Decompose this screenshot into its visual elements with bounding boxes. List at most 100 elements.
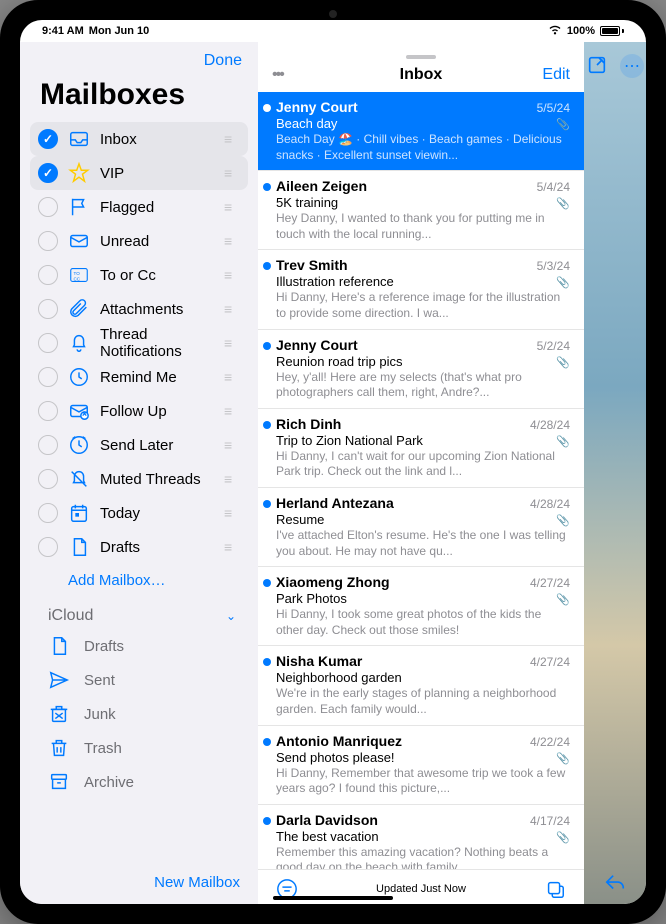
mailbox-row-remind-me[interactable]: Remind Me≡ <box>30 360 248 394</box>
paperclip-icon <box>68 298 90 320</box>
grabber[interactable] <box>406 55 436 59</box>
message-subject: The best vacation <box>276 829 570 844</box>
star-icon <box>68 162 90 184</box>
ipad-frame: 9:41 AM Mon Jun 10 100% Done <box>0 0 666 924</box>
reorder-handle[interactable]: ≡ <box>224 131 240 147</box>
more-icon[interactable]: ••• <box>272 66 283 84</box>
attachment-icon: 📎 <box>556 593 570 606</box>
add-mailbox-button[interactable]: Add Mailbox… <box>30 564 248 597</box>
mailbox-row-vip[interactable]: VIP≡ <box>30 156 248 190</box>
sidebar: Done Mailboxes Inbox≡VIP≡Flagged≡Unread≡… <box>20 42 258 904</box>
message-subject: Illustration reference <box>276 274 570 289</box>
done-button[interactable]: Done <box>204 52 242 70</box>
mailbox-row-thread-notifications[interactable]: Thread Notifications ≡ <box>30 326 248 360</box>
message-sender: Darla Davidson <box>276 812 378 828</box>
unread-dot-icon <box>263 500 271 508</box>
reorder-handle[interactable]: ≡ <box>224 199 240 215</box>
message-item[interactable]: Xiaomeng Zhong4/27/24Park PhotosHi Danny… <box>258 567 584 646</box>
unread-dot-icon <box>263 104 271 112</box>
reorder-handle[interactable]: ≡ <box>224 437 240 453</box>
reorder-handle[interactable]: ≡ <box>224 301 240 317</box>
reorder-handle[interactable]: ≡ <box>224 403 240 419</box>
mailbox-row-drafts[interactable]: Drafts≡ <box>30 530 248 564</box>
message-item[interactable]: Antonio Manriquez4/22/24Send photos plea… <box>258 726 584 805</box>
reorder-handle[interactable]: ≡ <box>224 233 240 249</box>
wifi-icon <box>548 25 562 38</box>
radio-icon[interactable] <box>38 163 58 183</box>
unread-dot-icon <box>263 421 271 429</box>
radio-icon[interactable] <box>38 197 58 217</box>
radio-icon[interactable] <box>38 265 58 285</box>
messages-scroll[interactable]: Jenny Court5/5/24Beach dayBeach Day 🏖️ ·… <box>258 92 584 869</box>
radio-icon[interactable] <box>38 367 58 387</box>
mailbox-label: Inbox <box>100 131 214 148</box>
mailbox-row-muted-threads[interactable]: Muted Threads≡ <box>30 462 248 496</box>
radio-icon[interactable] <box>38 537 58 557</box>
reorder-handle[interactable]: ≡ <box>224 471 240 487</box>
message-item[interactable]: Herland Antezana4/28/24ResumeI've attach… <box>258 488 584 567</box>
reorder-handle[interactable]: ≡ <box>224 369 240 385</box>
message-subject: 5K training <box>276 195 570 210</box>
battery-icon <box>600 26 624 36</box>
more-menu-button[interactable]: ⋯ <box>620 54 644 78</box>
reply-button[interactable] <box>604 872 626 894</box>
followup-icon <box>68 400 90 422</box>
message-item[interactable]: Aileen Zeigen5/4/245K trainingHey Danny,… <box>258 171 584 250</box>
mailbox-row-attachments[interactable]: Attachments≡ <box>30 292 248 326</box>
radio-icon[interactable] <box>38 231 58 251</box>
radio-icon[interactable] <box>38 129 58 149</box>
message-subject: Send photos please! <box>276 750 570 765</box>
message-item[interactable]: Nisha Kumar4/27/24Neighborhood gardenWe'… <box>258 646 584 725</box>
message-item[interactable]: Rich Dinh4/28/24Trip to Zion National Pa… <box>258 409 584 488</box>
mailbox-row-today[interactable]: Today≡ <box>30 496 248 530</box>
status-date: Mon Jun 10 <box>89 25 150 37</box>
radio-icon[interactable] <box>38 469 58 489</box>
reorder-handle[interactable]: ≡ <box>224 539 240 555</box>
section-header-icloud[interactable]: iCloud⌄ <box>30 597 248 629</box>
reorder-handle[interactable]: ≡ <box>224 335 240 351</box>
mailbox-label: Follow Up <box>100 403 214 420</box>
message-item[interactable]: Trev Smith5/3/24Illustration referenceHi… <box>258 250 584 329</box>
mailbox-label: Thread Notifications <box>100 326 214 360</box>
radio-icon[interactable] <box>38 503 58 523</box>
message-sender: Jenny Court <box>276 337 358 353</box>
stack-icon[interactable] <box>544 878 566 900</box>
message-date: 4/28/24 <box>530 497 570 511</box>
message-date: 4/22/24 <box>530 735 570 749</box>
message-list-pane: ••• Inbox Edit Jenny Court5/5/24Beach da… <box>258 42 584 904</box>
mailbox-row-flagged[interactable]: Flagged≡ <box>30 190 248 224</box>
folder-row-drafts[interactable]: Drafts <box>30 629 248 663</box>
message-item[interactable]: Jenny Court5/5/24Beach dayBeach Day 🏖️ ·… <box>258 92 584 171</box>
message-item[interactable]: Jenny Court5/2/24Reunion road trip picsH… <box>258 330 584 409</box>
message-subject: Beach day <box>276 116 570 131</box>
status-bar: 9:41 AM Mon Jun 10 100% <box>20 20 646 42</box>
reorder-handle[interactable]: ≡ <box>224 505 240 521</box>
radio-icon[interactable] <box>38 401 58 421</box>
attachment-icon: 📎 <box>556 435 570 448</box>
new-mailbox-button[interactable]: New Mailbox <box>154 874 240 891</box>
unread-dot-icon <box>263 579 271 587</box>
folder-row-junk[interactable]: Junk <box>30 697 248 731</box>
mailbox-row-unread[interactable]: Unread≡ <box>30 224 248 258</box>
mailbox-row-follow-up[interactable]: Follow Up ≡ <box>30 394 248 428</box>
folder-row-sent[interactable]: Sent <box>30 663 248 697</box>
mailbox-row-inbox[interactable]: Inbox ≡ <box>30 122 248 156</box>
mailbox-row-to-or-cc[interactable]: TOCCTo or Cc≡ <box>30 258 248 292</box>
home-indicator[interactable] <box>273 896 393 900</box>
message-subject: Trip to Zion National Park <box>276 433 570 448</box>
folder-label: Archive <box>84 774 134 791</box>
message-sender: Nisha Kumar <box>276 653 362 669</box>
radio-icon[interactable] <box>38 333 58 353</box>
reorder-handle[interactable]: ≡ <box>224 165 240 181</box>
folder-row-archive[interactable]: Archive <box>30 765 248 799</box>
message-preview: Remember this amazing vacation? Nothing … <box>276 845 570 869</box>
radio-icon[interactable] <box>38 435 58 455</box>
attachment-icon: 📎 <box>556 356 570 369</box>
mailbox-row-send-later[interactable]: Send Later≡ <box>30 428 248 462</box>
folder-row-trash[interactable]: Trash <box>30 731 248 765</box>
radio-icon[interactable] <box>38 299 58 319</box>
compose-button[interactable] <box>586 54 608 76</box>
message-item[interactable]: Darla Davidson4/17/24The best vacationRe… <box>258 805 584 869</box>
reorder-handle[interactable]: ≡ <box>224 267 240 283</box>
edit-button[interactable]: Edit <box>542 66 570 84</box>
